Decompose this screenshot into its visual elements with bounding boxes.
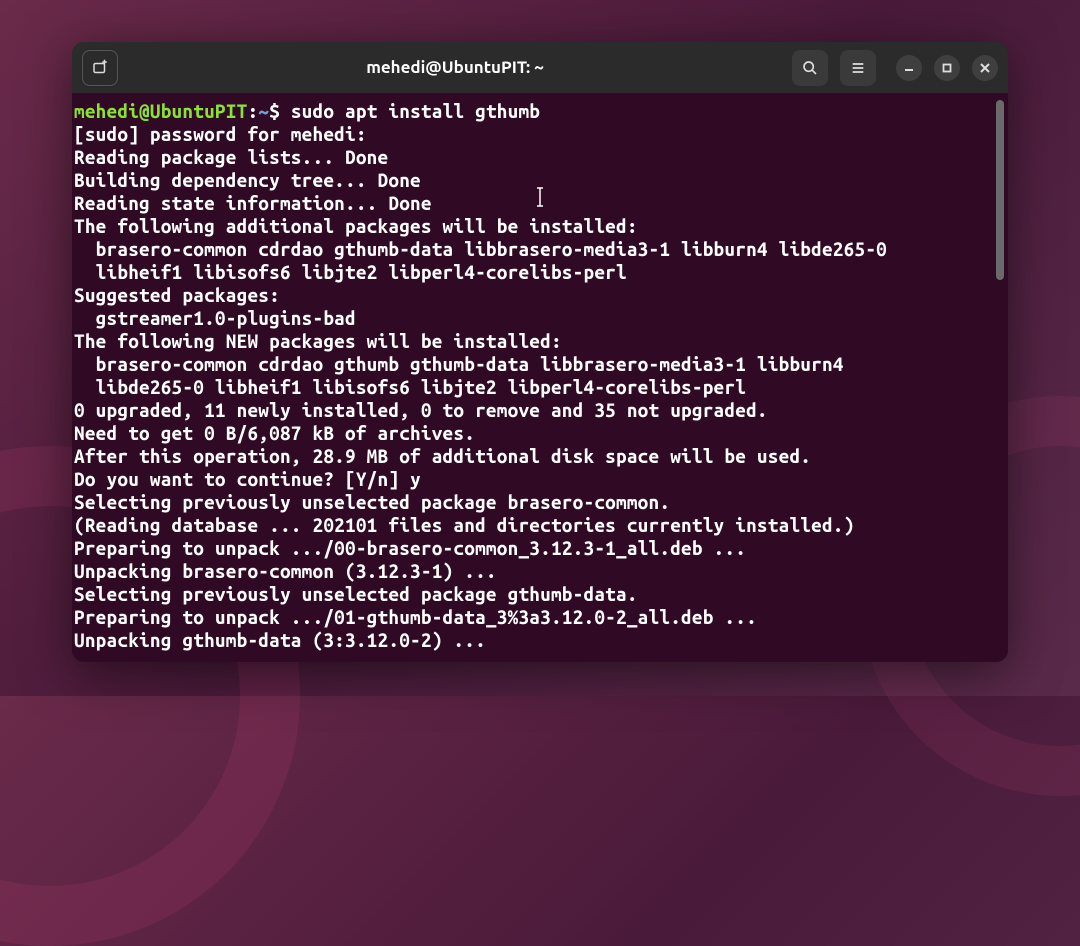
output-line: After this operation, 28.9 MB of additio… xyxy=(74,445,811,467)
output-line: The following NEW packages will be insta… xyxy=(74,330,562,352)
output-line: The following additional packages will b… xyxy=(74,215,638,237)
output-line: Reading state information... Done xyxy=(74,192,432,214)
terminal-window: mehedi@UbuntuPIT: ~ xyxy=(72,42,1008,662)
output-line: Selecting previously unselected package … xyxy=(74,491,670,513)
output-line: Reading package lists... Done xyxy=(74,146,388,168)
output-line: Suggested packages: xyxy=(74,284,280,306)
prompt-user: mehedi@UbuntuPIT xyxy=(74,100,247,122)
output-line: Do you want to continue? [Y/n] y xyxy=(74,468,421,490)
output-line: Selecting previously unselected package … xyxy=(74,583,638,605)
prompt-path: ~ xyxy=(258,100,269,122)
menu-button[interactable] xyxy=(840,50,876,86)
output-line: 0 upgraded, 11 newly installed, 0 to rem… xyxy=(74,399,768,421)
output-line: libde265-0 libheif1 libisofs6 libjte2 li… xyxy=(74,376,746,398)
minimize-button[interactable] xyxy=(896,55,922,81)
output-line: brasero-common cdrdao gthumb-data libbra… xyxy=(74,238,887,260)
output-line: (Reading database ... 202101 files and d… xyxy=(74,514,854,536)
output-line: Building dependency tree... Done xyxy=(74,169,421,191)
close-button[interactable] xyxy=(972,55,998,81)
output-line: Need to get 0 B/6,087 kB of archives. xyxy=(74,422,475,444)
titlebar: mehedi@UbuntuPIT: ~ xyxy=(72,42,1008,94)
output-line: [sudo] password for mehedi: xyxy=(74,123,367,145)
command-text: sudo apt install gthumb xyxy=(291,100,540,122)
window-title: mehedi@UbuntuPIT: ~ xyxy=(118,58,792,77)
output-line: libheif1 libisofs6 libjte2 libperl4-core… xyxy=(74,261,627,283)
output-line: brasero-common cdrdao gthumb gthumb-data… xyxy=(74,353,844,375)
output-line: gstreamer1.0-plugins-bad xyxy=(74,307,356,329)
output-line: Unpacking brasero-common (3.12.3-1) ... xyxy=(74,560,497,582)
terminal-content: mehedi@UbuntuPIT:~$ sudo apt install gth… xyxy=(74,100,1006,652)
maximize-button[interactable] xyxy=(934,55,960,81)
prompt-dollar: $ xyxy=(269,100,280,122)
output-line: Preparing to unpack .../01-gthumb-data_3… xyxy=(74,606,757,628)
prompt-sep: : xyxy=(247,100,258,122)
terminal-body[interactable]: mehedi@UbuntuPIT:~$ sudo apt install gth… xyxy=(72,94,1008,662)
output-line: Unpacking gthumb-data (3:3.12.0-2) ... xyxy=(74,629,486,651)
new-tab-button[interactable] xyxy=(82,50,118,86)
output-line: Preparing to unpack .../00-brasero-commo… xyxy=(74,537,746,559)
scrollbar-thumb[interactable] xyxy=(996,100,1004,280)
search-button[interactable] xyxy=(792,50,828,86)
